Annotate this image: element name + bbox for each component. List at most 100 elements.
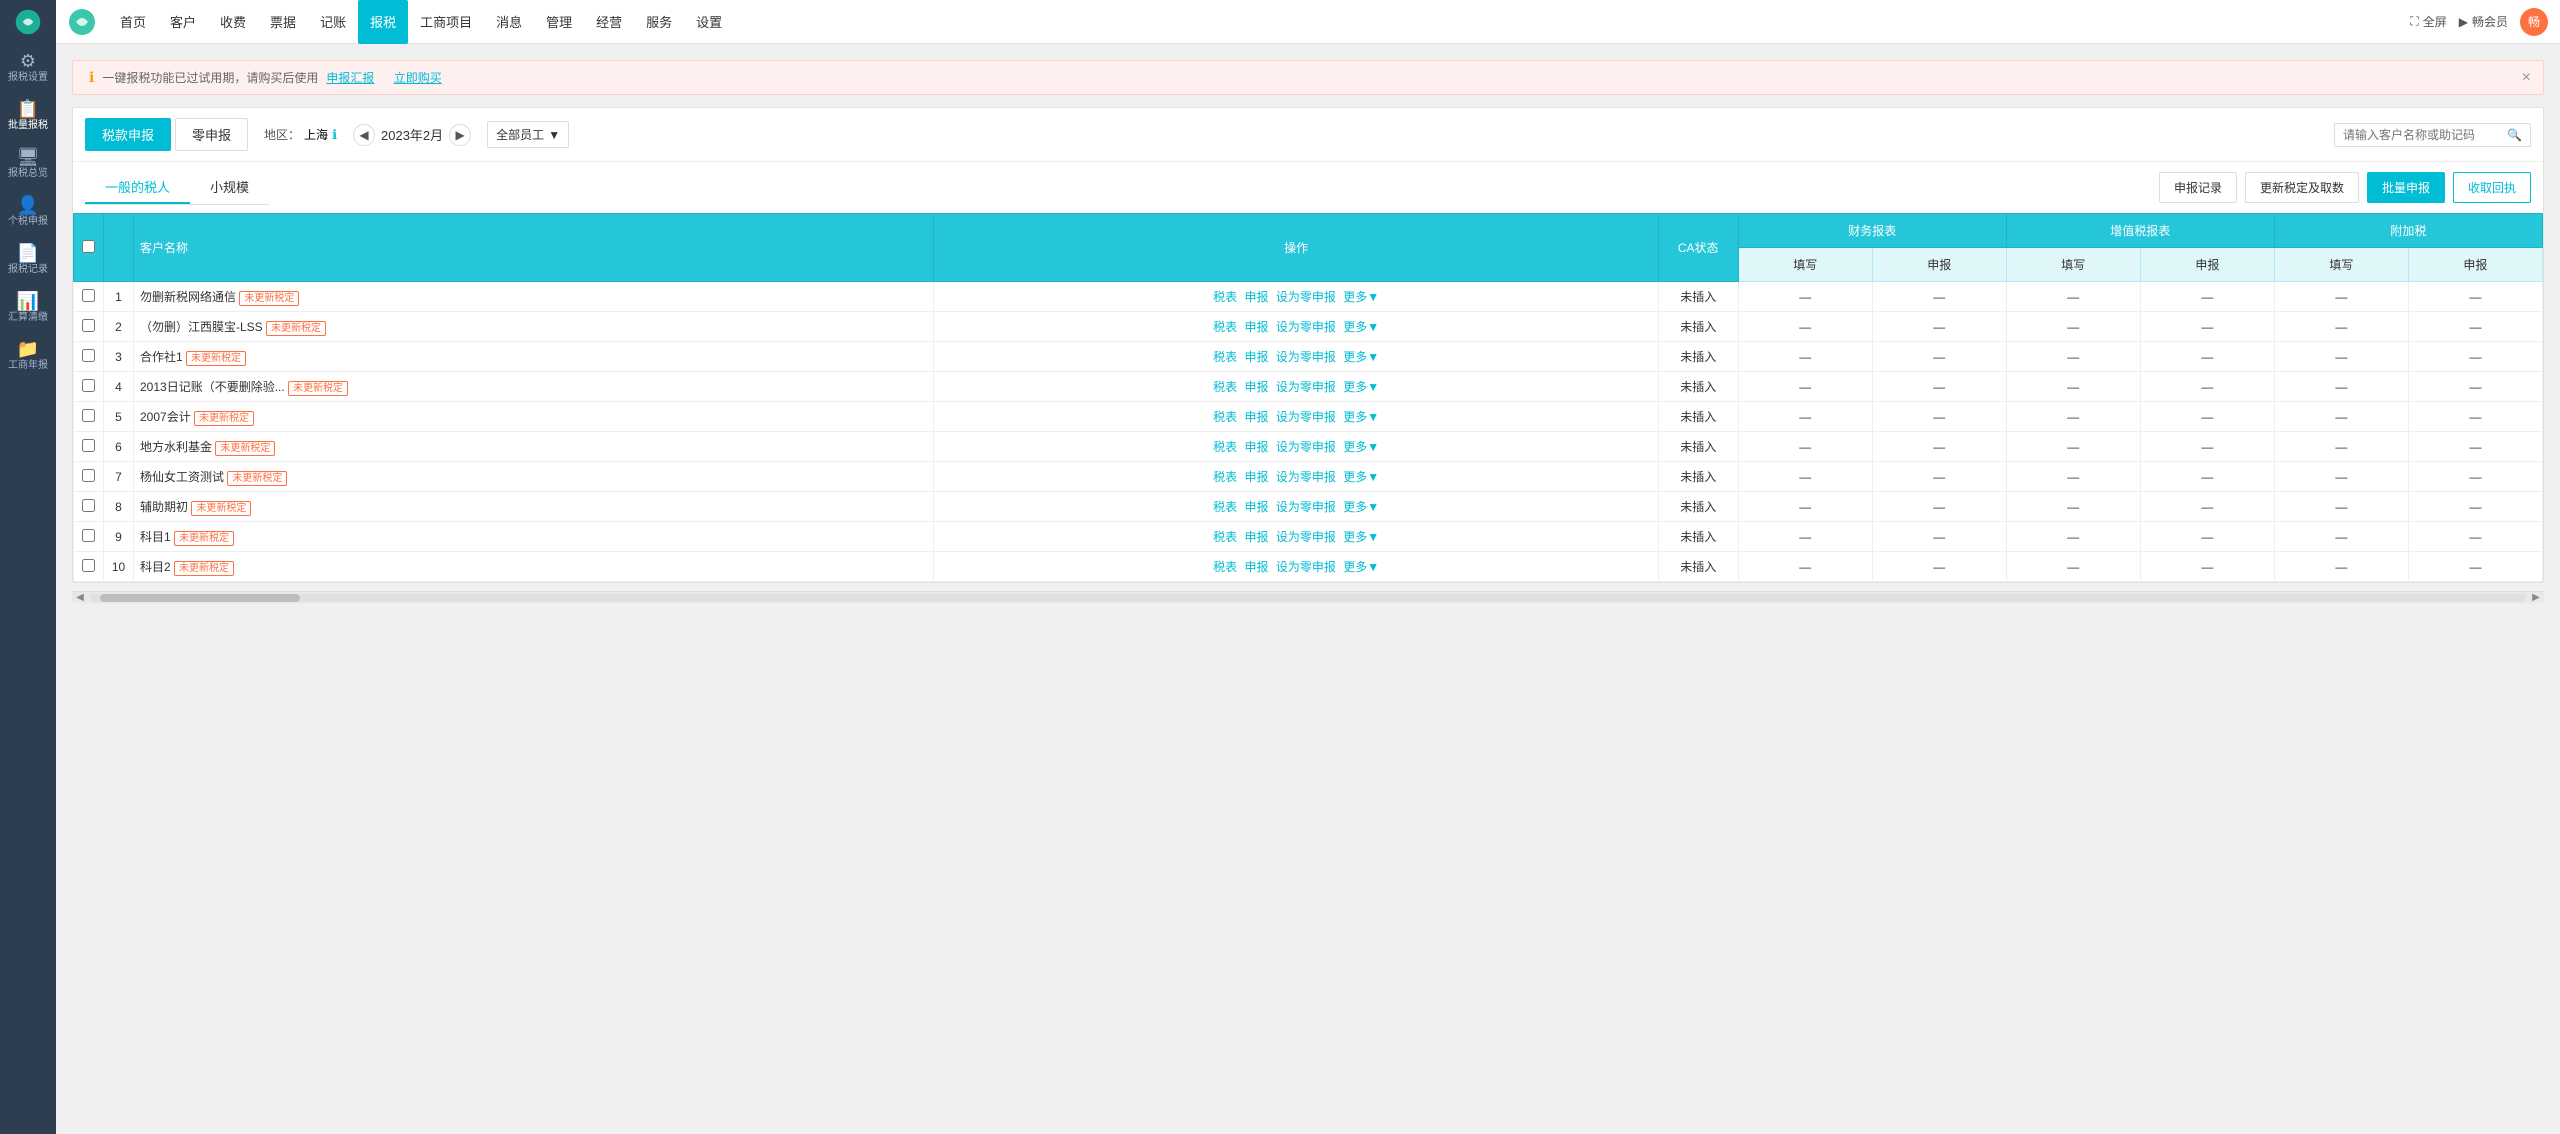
op-more-2[interactable]: 更多▼ — [1343, 350, 1379, 364]
op-tax-9[interactable]: 税表 — [1213, 560, 1237, 574]
scrollbar-thumb[interactable] — [100, 594, 300, 602]
op-tax-4[interactable]: 税表 — [1213, 410, 1237, 424]
sidebar-item-tax-settings[interactable]: ⚙ 报税设置 — [0, 44, 56, 92]
sub-tab-small[interactable]: 小规模 — [190, 171, 269, 204]
op-more-8[interactable]: 更多▼ — [1343, 530, 1379, 544]
op-tax-1[interactable]: 税表 — [1213, 320, 1237, 334]
staff-select[interactable]: 全部员工 ▼ — [487, 121, 569, 148]
op-report-3[interactable]: 申报 — [1244, 380, 1268, 394]
op-zero-7[interactable]: 设为零申报 — [1276, 500, 1336, 514]
nav-home[interactable]: 首页 — [108, 0, 158, 44]
notice-link-buy[interactable]: 立即购买 — [394, 69, 442, 86]
withdraw-button[interactable]: 收取回执 — [2453, 172, 2531, 203]
row-client-name-3: 2013日记账（不要删除验... 未更新税定 — [134, 372, 934, 402]
table-row: 1 勿删新税网络通信 未更新税定 税表 申报 设为零申报 更多▼ 未插入 — —… — [74, 282, 2543, 312]
op-zero-0[interactable]: 设为零申报 — [1276, 290, 1336, 304]
row-checkbox-1[interactable] — [74, 312, 104, 342]
topnav-right: ⛶ 全屏 ▶ 畅会员 畅 — [2410, 8, 2548, 36]
fullscreen-button[interactable]: ⛶ 全屏 — [2410, 13, 2446, 30]
op-report-0[interactable]: 申报 — [1244, 290, 1268, 304]
search-input[interactable] — [2343, 128, 2503, 142]
op-zero-4[interactable]: 设为零申报 — [1276, 410, 1336, 424]
update-button[interactable]: 更新税定及取数 — [2245, 172, 2359, 203]
nav-manage[interactable]: 管理 — [534, 0, 584, 44]
sidebar-item-batch-tax[interactable]: 📋 批量报税 — [0, 92, 56, 140]
op-report-8[interactable]: 申报 — [1244, 530, 1268, 544]
region-info-icon[interactable]: ℹ — [332, 127, 337, 143]
date-prev-button[interactable]: ◀ — [353, 124, 375, 146]
op-tax-0[interactable]: 税表 — [1213, 290, 1237, 304]
op-report-4[interactable]: 申报 — [1244, 410, 1268, 424]
op-report-2[interactable]: 申报 — [1244, 350, 1268, 364]
op-more-4[interactable]: 更多▼ — [1343, 410, 1379, 424]
nav-client[interactable]: 客户 — [158, 0, 208, 44]
sidebar-item-personal-tax[interactable]: 👤 个税申报 — [0, 188, 56, 236]
row-checkbox-3[interactable] — [74, 372, 104, 402]
op-zero-3[interactable]: 设为零申报 — [1276, 380, 1336, 394]
batch-button[interactable]: 批量申报 — [2367, 172, 2445, 203]
select-all-checkbox[interactable] — [82, 240, 95, 253]
op-tax-8[interactable]: 税表 — [1213, 530, 1237, 544]
row-checkbox-8[interactable] — [74, 522, 104, 552]
member-button[interactable]: ▶ 畅会员 — [2459, 13, 2508, 30]
op-more-9[interactable]: 更多▼ — [1343, 560, 1379, 574]
nav-fee[interactable]: 收费 — [208, 0, 258, 44]
date-next-button[interactable]: ▶ — [449, 124, 471, 146]
op-zero-8[interactable]: 设为零申报 — [1276, 530, 1336, 544]
scrollbar-track[interactable] — [90, 594, 2526, 602]
row-checkbox-7[interactable] — [74, 492, 104, 522]
tab-tax-declaration[interactable]: 税款申报 — [85, 118, 171, 151]
scroll-left-arrow[interactable]: ◀ — [72, 592, 88, 604]
sidebar-item-settlement[interactable]: 📊 汇算清缴 — [0, 284, 56, 332]
sidebar-item-tax-record[interactable]: 📄 报税记录 — [0, 236, 56, 284]
row-checkbox-0[interactable] — [74, 282, 104, 312]
op-tax-7[interactable]: 税表 — [1213, 500, 1237, 514]
op-zero-6[interactable]: 设为零申报 — [1276, 470, 1336, 484]
row-checkbox-5[interactable] — [74, 432, 104, 462]
op-zero-9[interactable]: 设为零申报 — [1276, 560, 1336, 574]
tab-zero-declaration[interactable]: 零申报 — [175, 118, 248, 151]
op-report-9[interactable]: 申报 — [1244, 560, 1268, 574]
search-icon[interactable]: 🔍 — [2507, 128, 2522, 142]
nav-accounting[interactable]: 记账 — [308, 0, 358, 44]
chevron-down-icon: ▼ — [548, 128, 560, 142]
horizontal-scrollbar[interactable]: ◀ ▶ — [72, 591, 2544, 603]
sidebar-item-tax-overview[interactable]: 🖥 报税总览 — [0, 140, 56, 188]
nav-commerce[interactable]: 工商项目 — [408, 0, 484, 44]
nav-tax[interactable]: 报税 — [358, 0, 408, 44]
op-more-5[interactable]: 更多▼ — [1343, 440, 1379, 454]
row-checkbox-4[interactable] — [74, 402, 104, 432]
sub-tab-general[interactable]: 一般的税人 — [85, 171, 190, 204]
op-zero-5[interactable]: 设为零申报 — [1276, 440, 1336, 454]
nav-invoice[interactable]: 票据 — [258, 0, 308, 44]
notice-close-button[interactable]: × — [2522, 69, 2531, 87]
row-checkbox-2[interactable] — [74, 342, 104, 372]
op-report-1[interactable]: 申报 — [1244, 320, 1268, 334]
op-report-5[interactable]: 申报 — [1244, 440, 1268, 454]
nav-service[interactable]: 服务 — [634, 0, 684, 44]
op-report-7[interactable]: 申报 — [1244, 500, 1268, 514]
op-tax-2[interactable]: 税表 — [1213, 350, 1237, 364]
nav-message[interactable]: 消息 — [484, 0, 534, 44]
op-more-0[interactable]: 更多▼ — [1343, 290, 1379, 304]
record-button[interactable]: 申报记录 — [2159, 172, 2237, 203]
op-tax-5[interactable]: 税表 — [1213, 440, 1237, 454]
op-more-6[interactable]: 更多▼ — [1343, 470, 1379, 484]
op-tax-6[interactable]: 税表 — [1213, 470, 1237, 484]
notice-link-report[interactable]: 申报汇报 — [326, 69, 374, 86]
op-more-3[interactable]: 更多▼ — [1343, 380, 1379, 394]
op-tax-3[interactable]: 税表 — [1213, 380, 1237, 394]
scroll-right-arrow[interactable]: ▶ — [2528, 592, 2544, 604]
nav-settings[interactable]: 设置 — [684, 0, 734, 44]
row-add-fill-9: — — [2274, 552, 2408, 582]
op-zero-1[interactable]: 设为零申报 — [1276, 320, 1336, 334]
sidebar-item-annual-report[interactable]: 📁 工商年报 — [0, 332, 56, 380]
op-report-6[interactable]: 申报 — [1244, 470, 1268, 484]
avatar[interactable]: 畅 — [2520, 8, 2548, 36]
op-more-7[interactable]: 更多▼ — [1343, 500, 1379, 514]
row-checkbox-6[interactable] — [74, 462, 104, 492]
op-more-1[interactable]: 更多▼ — [1343, 320, 1379, 334]
nav-operation[interactable]: 经营 — [584, 0, 634, 44]
op-zero-2[interactable]: 设为零申报 — [1276, 350, 1336, 364]
row-checkbox-9[interactable] — [74, 552, 104, 582]
